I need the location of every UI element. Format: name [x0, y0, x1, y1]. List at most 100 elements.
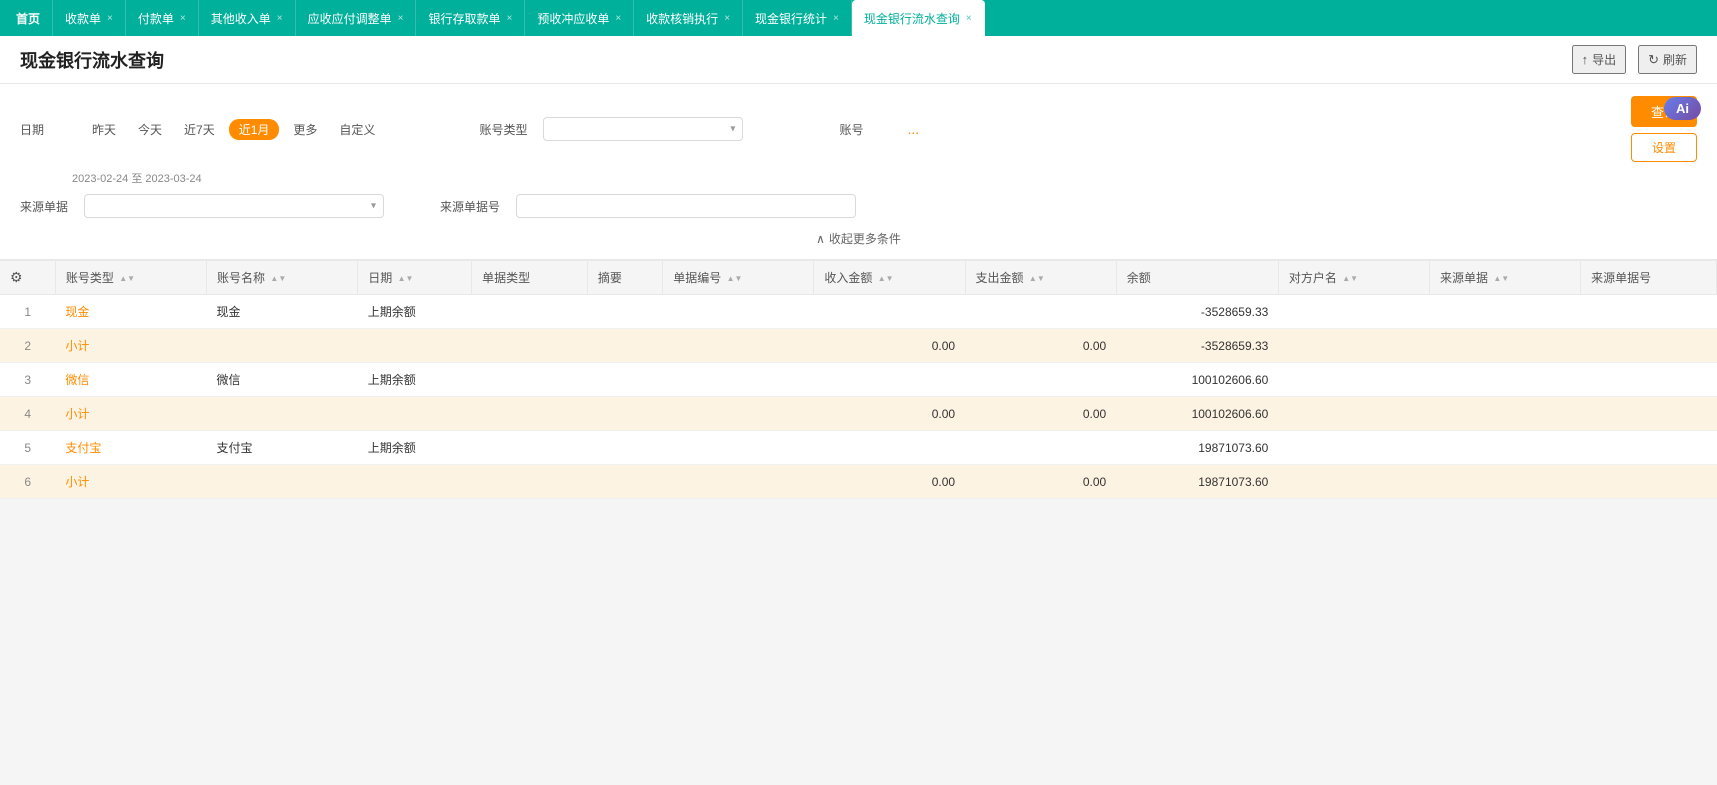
collapse-button[interactable]: ∧ 收起更多条件 — [816, 230, 901, 247]
table-cell: 0.00 — [814, 465, 965, 499]
close-icon[interactable]: × — [506, 13, 512, 24]
table-cell — [587, 431, 662, 465]
col-date: 日期 ▲▼ — [358, 261, 472, 295]
table-cell: 支付宝 — [55, 431, 206, 465]
account-type-label: 账号类型 — [479, 121, 527, 138]
nav-tab-home[interactable]: 首页 — [4, 0, 53, 36]
col-income-label: 收入金额 — [824, 271, 872, 285]
table-cell — [1581, 329, 1717, 363]
table-cell — [663, 329, 814, 363]
close-icon[interactable]: × — [107, 13, 113, 24]
table-cell: 0.00 — [965, 397, 1116, 431]
date-filter-label: 日期 — [20, 121, 68, 138]
account-type-select-wrapper — [543, 117, 743, 141]
table-cell — [1581, 295, 1717, 329]
table-cell: -3528659.33 — [1116, 295, 1278, 329]
nav-tab-cash-flow-label: 现金银行流水查询 — [864, 10, 960, 27]
table-cell — [1278, 329, 1429, 363]
filter-area: 日期 昨天 今天 近7天 近1月 更多 自定义 账号类型 账号 ... 查询 设… — [0, 84, 1717, 260]
table-row[interactable]: 5支付宝支付宝上期余额19871073.60 — [0, 431, 1717, 465]
col-counterpart: 对方户名 ▲▼ — [1278, 261, 1429, 295]
close-icon[interactable]: × — [398, 13, 404, 24]
nav-tab-cash-flow[interactable]: 现金银行流水查询 × — [852, 0, 985, 36]
date-btn-more[interactable]: 更多 — [285, 119, 325, 140]
source-doc-select-wrapper — [84, 194, 384, 218]
close-icon[interactable]: × — [966, 13, 972, 24]
table-body: 1现金现金上期余额-3528659.332小计0.000.00-3528659.… — [0, 295, 1717, 499]
nav-tab-receipt-verify-label: 收款核销执行 — [646, 10, 718, 27]
date-btn-custom[interactable]: 自定义 — [331, 119, 383, 140]
date-btn-yesterday[interactable]: 昨天 — [84, 119, 124, 140]
nav-tab-receipt-label: 收款单 — [65, 10, 101, 27]
table-row[interactable]: 6小计0.000.0019871073.60 — [0, 465, 1717, 499]
table-cell — [472, 295, 588, 329]
nav-tab-ar-ap-adjust[interactable]: 应收应付调整单 × — [296, 0, 417, 36]
table-cell: 上期余额 — [358, 363, 472, 397]
table-cell: 1 — [0, 295, 55, 329]
table-cell: 100102606.60 — [1116, 397, 1278, 431]
export-button[interactable]: ↑ 导出 — [1572, 45, 1627, 74]
nav-tab-payment[interactable]: 付款单 × — [126, 0, 199, 36]
table-cell — [1429, 397, 1580, 431]
sort-arrows-expense[interactable]: ▲▼ — [1029, 275, 1045, 283]
table-cell — [472, 329, 588, 363]
close-icon[interactable]: × — [180, 13, 186, 24]
close-icon[interactable]: × — [277, 13, 283, 24]
table-row[interactable]: 4小计0.000.00100102606.60 — [0, 397, 1717, 431]
table-cell — [472, 431, 588, 465]
table-cell — [587, 363, 662, 397]
table-cell: 100102606.60 — [1116, 363, 1278, 397]
table-cell: 0.00 — [814, 397, 965, 431]
table-row[interactable]: 1现金现金上期余额-3528659.33 — [0, 295, 1717, 329]
nav-tab-bank-deposit-label: 银行存取款单 — [428, 10, 500, 27]
table-cell: 上期余额 — [358, 295, 472, 329]
nav-tab-advance-offset[interactable]: 预收冲应收单 × — [525, 0, 634, 36]
nav-tab-ar-ap-label: 应收应付调整单 — [308, 10, 392, 27]
nav-tab-cash-stats[interactable]: 现金银行统计 × — [743, 0, 852, 36]
sort-arrows-counterpart[interactable]: ▲▼ — [1342, 275, 1358, 283]
gear-icon[interactable]: ⚙ — [10, 269, 23, 285]
nav-tab-receipt-verify[interactable]: 收款核销执行 × — [634, 0, 743, 36]
settings-button[interactable]: 设置 — [1631, 133, 1697, 162]
filter-row-1: 日期 昨天 今天 近7天 近1月 更多 自定义 账号类型 账号 ... 查询 设… — [20, 96, 1697, 162]
source-doc-num-input[interactable] — [516, 194, 856, 218]
sort-arrows-account-name[interactable]: ▲▼ — [270, 275, 286, 283]
table-cell — [587, 465, 662, 499]
account-dots-button[interactable]: ... — [903, 121, 923, 137]
source-doc-select[interactable] — [84, 194, 384, 218]
table-row[interactable]: 3微信微信上期余额100102606.60 — [0, 363, 1717, 397]
nav-tab-other-income[interactable]: 其他收入单 × — [199, 0, 296, 36]
account-label: 账号 — [839, 121, 887, 138]
date-btn-7days[interactable]: 近7天 — [176, 119, 223, 140]
sort-arrows-account-type[interactable]: ▲▼ — [119, 275, 135, 283]
close-icon[interactable]: × — [615, 13, 621, 24]
date-btn-1month[interactable]: 近1月 — [229, 119, 280, 140]
sort-arrows-source-doc[interactable]: ▲▼ — [1493, 275, 1509, 283]
account-type-select[interactable] — [543, 117, 743, 141]
close-icon[interactable]: × — [724, 13, 730, 24]
sort-arrows-doc-no[interactable]: ▲▼ — [727, 275, 743, 283]
table-cell: 0.00 — [965, 465, 1116, 499]
ai-badge[interactable]: Ai — [1664, 97, 1701, 120]
nav-tab-other-income-label: 其他收入单 — [211, 10, 271, 27]
sort-arrows-income[interactable]: ▲▼ — [878, 275, 894, 283]
nav-tab-receipt[interactable]: 收款单 × — [53, 0, 126, 36]
refresh-icon: ↻ — [1648, 52, 1659, 68]
sort-arrows-date[interactable]: ▲▼ — [398, 275, 414, 283]
table-cell — [1278, 397, 1429, 431]
table-cell: 微信 — [207, 363, 358, 397]
close-icon[interactable]: × — [833, 13, 839, 24]
table-cell: 4 — [0, 397, 55, 431]
filter-row-2: 来源单据 来源单据号 — [20, 194, 1697, 218]
table-cell — [358, 397, 472, 431]
col-counterpart-label: 对方户名 — [1289, 271, 1337, 285]
refresh-button[interactable]: ↻ 刷新 — [1638, 45, 1697, 74]
top-navigation: 首页 收款单 × 付款单 × 其他收入单 × 应收应付调整单 × 银行存取款单 … — [0, 0, 1717, 36]
date-btn-today[interactable]: 今天 — [130, 119, 170, 140]
nav-tab-bank-deposit[interactable]: 银行存取款单 × — [416, 0, 525, 36]
date-options: 昨天 今天 近7天 近1月 更多 自定义 — [84, 119, 383, 140]
export-icon: ↑ — [1582, 52, 1589, 67]
table-cell: 6 — [0, 465, 55, 499]
table-row[interactable]: 2小计0.000.00-3528659.33 — [0, 329, 1717, 363]
nav-tab-payment-label: 付款单 — [138, 10, 174, 27]
